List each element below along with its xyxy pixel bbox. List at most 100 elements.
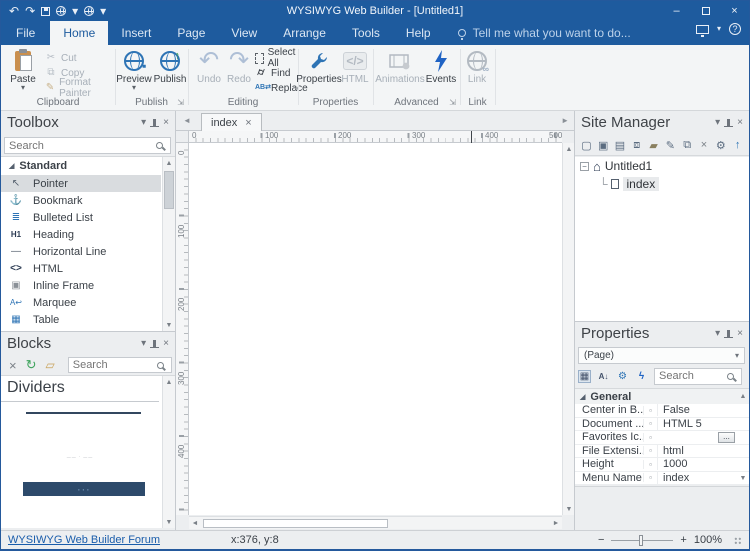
select-all-button[interactable]: Select All: [255, 51, 298, 65]
scroll-up-icon[interactable]: ▲: [737, 390, 749, 402]
property-row-height[interactable]: Height ▫ 1000: [575, 458, 749, 472]
zoom-slider[interactable]: [611, 540, 673, 541]
open-folder-icon[interactable]: ▱: [46, 358, 55, 372]
cut-button[interactable]: ✂ Cut: [45, 51, 77, 65]
refresh-icon[interactable]: ↻: [26, 357, 37, 373]
toolbox-item-inline-frame[interactable]: ▣ Inline Frame: [1, 277, 161, 294]
scroll-up-icon[interactable]: ▲: [163, 157, 175, 169]
canvas-scroll-thumb[interactable]: [203, 519, 388, 528]
forum-link[interactable]: WYSIWYG Web Builder Forum: [8, 534, 160, 546]
blocks-pin-icon[interactable]: [153, 340, 156, 347]
tab-page[interactable]: Page: [164, 21, 218, 45]
page-properties-icon[interactable]: ⚙: [616, 371, 629, 382]
html-button[interactable]: </> HTML: [339, 48, 371, 96]
toolbox-item-bulleted-list[interactable]: ≣ Bulleted List: [1, 209, 161, 226]
properties-pin-icon[interactable]: [727, 330, 730, 337]
property-target-select[interactable]: (Page) ▾: [578, 347, 745, 364]
toolbox-item-pointer[interactable]: ↖ Pointer: [1, 175, 161, 192]
redo-button[interactable]: ↷ Redo: [221, 48, 257, 96]
tree-node-root[interactable]: − ⌂ Untitled1: [575, 157, 749, 175]
property-row-center-in-browser[interactable]: Center in B... ▫ False: [575, 404, 749, 418]
minimize-button[interactable]: –: [662, 1, 691, 21]
advanced-dialog-launcher[interactable]: ⇲: [449, 98, 456, 107]
toolbox-scroll-thumb[interactable]: [164, 171, 174, 209]
property-row-document-type[interactable]: Document ... ▫ HTML 5: [575, 418, 749, 432]
preview-button[interactable]: 🞍 Preview ▾: [116, 48, 152, 96]
page-settings-icon[interactable]: ⚙: [714, 139, 727, 152]
property-row-file-extension[interactable]: File Extensi... ▫ html: [575, 445, 749, 459]
toolbox-close-icon[interactable]: ×: [163, 117, 169, 128]
link-page-icon[interactable]: ⧈: [630, 139, 643, 152]
scroll-down-icon[interactable]: ▼: [163, 319, 175, 331]
divider-block-label[interactable]: —— · ——: [1, 454, 159, 459]
tab-tools[interactable]: Tools: [339, 21, 393, 45]
paste-button[interactable]: Paste ▾: [5, 48, 41, 96]
alphabetical-view-icon[interactable]: A↓: [597, 372, 610, 381]
publish-button[interactable]: ↑ Publish: [152, 48, 188, 96]
toolbox-pin-icon[interactable]: [153, 119, 156, 126]
tab-arrange[interactable]: Arrange: [270, 21, 339, 45]
tab-help[interactable]: Help: [393, 21, 444, 45]
scroll-down-icon[interactable]: ▼: [737, 472, 749, 484]
scroll-left-icon[interactable]: ◄: [189, 518, 201, 529]
zoom-out-button[interactable]: −: [598, 534, 604, 546]
resize-grip[interactable]: [733, 536, 741, 544]
folder-icon[interactable]: ▰: [647, 139, 660, 152]
tab-home[interactable]: Home: [50, 21, 108, 45]
toolbox-item-heading[interactable]: H1 Heading: [1, 226, 161, 243]
properties-menu-caret[interactable]: ▾: [715, 328, 720, 339]
site-manager-close-icon[interactable]: ×: [737, 117, 743, 128]
property-row-menu-name[interactable]: Menu Name ▫ index: [575, 472, 749, 486]
toolbox-item-horizontal-line[interactable]: — Horizontal Line: [1, 243, 161, 260]
scroll-down-icon[interactable]: ▼: [163, 516, 175, 528]
display-mode-caret[interactable]: ▾: [717, 26, 721, 32]
publish-dialog-launcher[interactable]: ⇲: [177, 98, 184, 107]
display-mode-icon[interactable]: [696, 25, 709, 34]
tell-me-box[interactable]: Tell me what you want to do...: [458, 21, 631, 45]
tab-scroll-left-icon[interactable]: ◄: [183, 116, 191, 125]
help-icon[interactable]: ?: [729, 23, 741, 35]
blocks-search-input[interactable]: [69, 359, 157, 371]
scroll-right-icon[interactable]: ►: [550, 518, 562, 529]
tab-file[interactable]: File: [1, 21, 50, 45]
animations-button[interactable]: Animations: [374, 48, 426, 96]
tab-view[interactable]: View: [218, 21, 270, 45]
close-button[interactable]: ×: [720, 1, 749, 21]
find-button[interactable]: ⌭ Find: [255, 66, 290, 80]
toolbox-item-bookmark[interactable]: ⚓ Bookmark: [1, 192, 161, 209]
site-manager-menu-caret[interactable]: ▾: [715, 117, 720, 128]
toolbox-item-html[interactable]: <> HTML: [1, 260, 161, 277]
property-category-general[interactable]: ◢ General: [575, 389, 749, 404]
properties-search-input[interactable]: [655, 370, 727, 382]
blocks-menu-caret[interactable]: ▾: [141, 338, 146, 349]
tree-expander-icon[interactable]: −: [580, 162, 589, 171]
browse-button[interactable]: ...: [718, 432, 735, 443]
add-page-icon[interactable]: ▢: [580, 139, 593, 152]
delete-block-icon[interactable]: ×: [9, 358, 17, 373]
properties-button[interactable]: Properties: [299, 48, 339, 96]
duplicate-page-icon[interactable]: ⧉: [681, 139, 694, 152]
delete-page-icon[interactable]: ×: [698, 139, 711, 151]
canvas-horizontal-scrollbar[interactable]: ◄ ►: [189, 516, 562, 529]
toolbox-item-table[interactable]: ▦ Table: [1, 311, 161, 328]
divider-block-line[interactable]: [26, 412, 141, 414]
toolbox-scrollbar[interactable]: ▲ ▼: [162, 157, 175, 331]
link-button[interactable]: ∞ Link: [459, 48, 495, 96]
scroll-up-icon[interactable]: ▲: [163, 376, 175, 388]
blocks-close-icon[interactable]: ×: [163, 338, 169, 349]
categorized-view-icon[interactable]: ▦: [578, 370, 591, 383]
events-view-icon[interactable]: ϟ: [635, 371, 648, 382]
toolbox-item-marquee[interactable]: A↩ Marquee: [1, 294, 161, 311]
design-page[interactable]: [189, 143, 562, 515]
site-manager-pin-icon[interactable]: [727, 119, 730, 126]
zoom-in-button[interactable]: +: [680, 534, 686, 546]
add-template-page-icon[interactable]: ▣: [597, 139, 610, 152]
move-up-icon[interactable]: ↑: [731, 139, 744, 151]
property-row-favorites-icon[interactable]: Favorites Ic... ▫ ...: [575, 431, 749, 445]
tab-insert[interactable]: Insert: [108, 21, 164, 45]
toolbox-menu-caret[interactable]: ▾: [141, 117, 146, 128]
tab-close-icon[interactable]: ×: [245, 117, 251, 129]
toolbox-category-standard[interactable]: ◢ Standard: [1, 157, 175, 174]
maximize-button[interactable]: [691, 1, 720, 21]
page-icon[interactable]: ▤: [614, 139, 627, 152]
